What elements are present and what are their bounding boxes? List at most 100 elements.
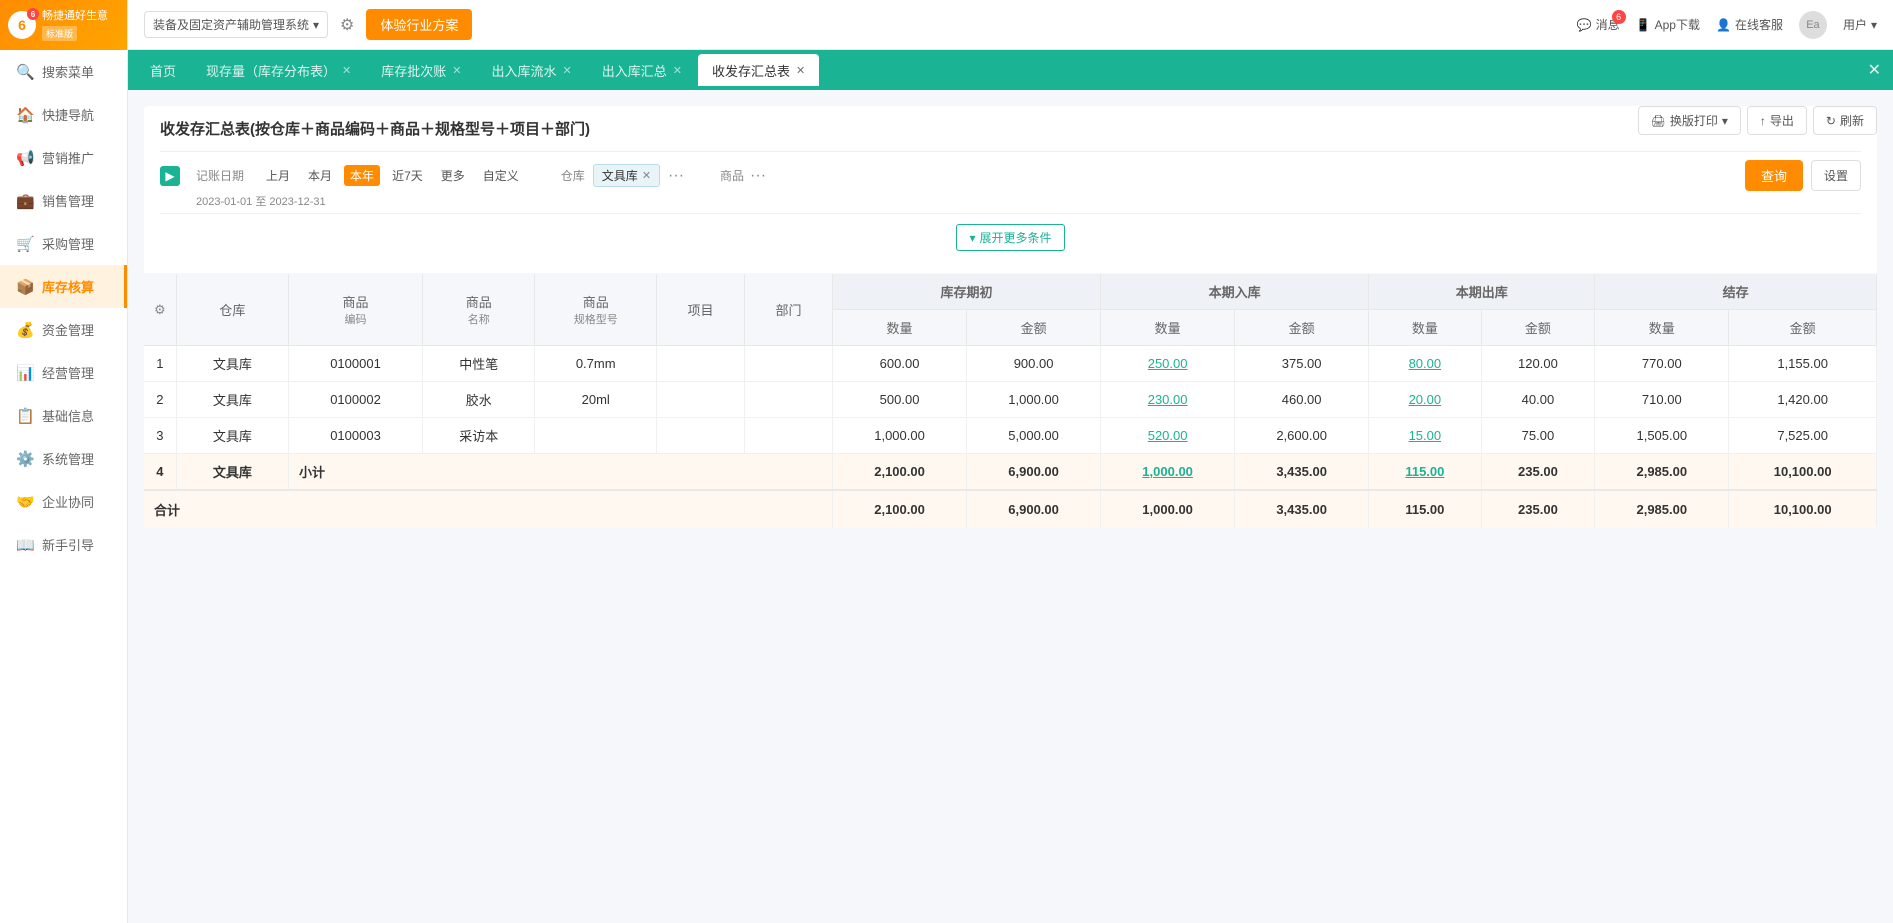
experience-button[interactable]: 体验行业方案 xyxy=(366,9,472,40)
tab-batch-account-close[interactable]: ✕ xyxy=(452,64,461,77)
warehouse-label: 仓库 xyxy=(561,167,585,184)
refresh-label: 刷新 xyxy=(1840,112,1864,129)
date-opt-7days[interactable]: 近7天 xyxy=(386,165,429,186)
col-settings-gear[interactable]: ⚙ xyxy=(144,274,176,346)
query-button[interactable]: 查询 xyxy=(1745,160,1803,191)
settings-button[interactable]: 设置 xyxy=(1811,160,1861,191)
export-button[interactable]: ↑ 导出 xyxy=(1747,106,1807,135)
app-download-action[interactable]: 📱 App下载 xyxy=(1636,16,1700,33)
footer-balance-amount: 10,100.00 xyxy=(1729,490,1877,528)
home-icon: 🏠 xyxy=(16,106,34,124)
col-product-spec-header: 商品规格型号 xyxy=(535,274,657,346)
product-filter: 商品 ··· xyxy=(720,167,766,185)
date-opt-this-year[interactable]: 本年 xyxy=(344,165,380,186)
row-out-amount: 75.00 xyxy=(1481,418,1595,454)
tab-stock-dist[interactable]: 现存量（库存分布表） ✕ xyxy=(192,54,365,86)
row-product-spec: 20ml xyxy=(535,382,657,418)
tab-home[interactable]: 首页 xyxy=(136,54,190,86)
row-warehouse: 文具库 xyxy=(176,418,288,454)
messages-action[interactable]: 💬 消息 6 xyxy=(1577,16,1620,33)
date-opt-more[interactable]: 更多 xyxy=(435,165,471,186)
close-all-tabs[interactable]: ✕ xyxy=(1864,56,1885,84)
footer-label: 合计 xyxy=(144,490,833,528)
date-opt-last-month[interactable]: 上月 xyxy=(260,165,296,186)
sidebar-item-search[interactable]: 🔍 搜索菜单 xyxy=(0,50,127,93)
footer-in-amount: 3,435.00 xyxy=(1235,490,1369,528)
row-opening-qty: 500.00 xyxy=(833,382,967,418)
warehouse-filter: 仓库 文具库 ✕ ··· xyxy=(561,164,684,187)
date-opt-custom[interactable]: 自定义 xyxy=(477,165,525,186)
date-opt-this-month[interactable]: 本月 xyxy=(302,165,338,186)
tabbar: 首页 现存量（库存分布表） ✕ 库存批次账 ✕ 出入库流水 ✕ 出入库汇总 ✕ … xyxy=(128,50,1893,90)
chevron-down-icon: ▾ xyxy=(313,18,319,32)
tab-in-out-summary[interactable]: 出入库汇总 ✕ xyxy=(588,54,696,86)
system-selector[interactable]: 装备及固定资产辅助管理系统 ▾ xyxy=(144,11,328,38)
sidebar-item-system[interactable]: ⚙️ 系统管理 xyxy=(0,437,127,480)
sidebar-item-inventory[interactable]: 📦 库存核算 xyxy=(0,265,127,308)
page-header: 收发存汇总表(按仓库＋商品编码＋商品＋规格型号＋项目＋部门) 🖨 换版打印 ▾ … xyxy=(144,106,1877,273)
sidebar-item-label: 新手引导 xyxy=(42,535,94,554)
row-in-qty[interactable]: 250.00 xyxy=(1101,346,1235,382)
product-more[interactable]: ··· xyxy=(750,167,766,185)
row-in-qty[interactable]: 520.00 xyxy=(1101,418,1235,454)
date-label: 记账日期 xyxy=(196,167,244,184)
sidebar-item-finance[interactable]: 💰 资金管理 xyxy=(0,308,127,351)
sidebar-item-label: 采购管理 xyxy=(42,234,94,253)
page-right-actions: 🖨 换版打印 ▾ ↑ 导出 ↻ 刷新 xyxy=(1638,106,1877,135)
guide-icon: 📖 xyxy=(16,536,34,554)
sidebar-item-sales[interactable]: 💼 销售管理 xyxy=(0,179,127,222)
print-button[interactable]: 🖨 换版打印 ▾ xyxy=(1638,106,1741,135)
col-balance-qty-header: 数量 xyxy=(1595,310,1729,346)
row-in-qty[interactable]: 230.00 xyxy=(1101,382,1235,418)
user-avatar[interactable]: Ea xyxy=(1799,11,1827,39)
expand-conditions-button[interactable]: ▾ 展开更多条件 xyxy=(956,224,1064,251)
row-no: 3 xyxy=(144,418,176,454)
expand-conditions-bar: ▾ 展开更多条件 xyxy=(160,213,1861,261)
settings-gear-icon[interactable]: ⚙ xyxy=(340,15,354,35)
date-options: 上月 本月 本年 近7天 更多 自定义 xyxy=(260,165,525,186)
subtotal-out-qty[interactable]: 115.00 xyxy=(1369,454,1481,491)
sidebar-item-marketing[interactable]: 📢 营销推广 xyxy=(0,136,127,179)
tab-batch-account[interactable]: 库存批次账 ✕ xyxy=(367,54,475,86)
row-product-name: 胶水 xyxy=(423,382,535,418)
warehouse-tag-text: 文具库 xyxy=(602,167,638,184)
subtotal-in-amount: 3,435.00 xyxy=(1235,454,1369,491)
row-out-qty[interactable]: 80.00 xyxy=(1369,346,1481,382)
row-out-qty[interactable]: 20.00 xyxy=(1369,382,1481,418)
row-out-amount: 120.00 xyxy=(1481,346,1595,382)
row-no: 2 xyxy=(144,382,176,418)
subtotal-in-qty[interactable]: 1,000.00 xyxy=(1101,454,1235,491)
refresh-button[interactable]: ↻ 刷新 xyxy=(1813,106,1877,135)
refresh-icon: ↻ xyxy=(1826,114,1836,128)
sidebar-item-label: 资金管理 xyxy=(42,320,94,339)
tab-in-out-flow[interactable]: 出入库流水 ✕ xyxy=(477,54,585,86)
sidebar-item-purchase[interactable]: 🛒 采购管理 xyxy=(0,222,127,265)
sidebar-item-guide[interactable]: 📖 新手引导 xyxy=(0,523,127,566)
user-menu[interactable]: 用户 ▾ xyxy=(1843,16,1877,33)
warehouse-tag-remove[interactable]: ✕ xyxy=(642,169,651,182)
sidebar-item-label: 系统管理 xyxy=(42,449,94,468)
tab-receive-send-summary[interactable]: 收发存汇总表 ✕ xyxy=(698,54,819,86)
tab-in-out-flow-close[interactable]: ✕ xyxy=(563,64,572,77)
col-balance-header: 结存 xyxy=(1595,274,1877,310)
warehouse-more[interactable]: ··· xyxy=(668,167,684,185)
print-label: 换版打印 xyxy=(1670,112,1718,129)
row-balance-amount: 7,525.00 xyxy=(1729,418,1877,454)
tab-in-out-summary-label: 出入库汇总 xyxy=(602,61,667,80)
row-warehouse: 文具库 xyxy=(176,382,288,418)
filter-actions: 查询 设置 xyxy=(1745,160,1861,191)
sidebar-item-operations[interactable]: 📊 经营管理 xyxy=(0,351,127,394)
row-product-code: 0100003 xyxy=(288,418,422,454)
sidebar-item-quick-nav[interactable]: 🏠 快捷导航 xyxy=(0,93,127,136)
filter-collapse-btn[interactable]: ▶ xyxy=(160,166,180,186)
tab-stock-dist-close[interactable]: ✕ xyxy=(342,64,351,77)
marketing-icon: 📢 xyxy=(16,149,34,167)
tab-batch-account-label: 库存批次账 xyxy=(381,61,446,80)
row-out-qty[interactable]: 15.00 xyxy=(1369,418,1481,454)
sidebar-item-enterprise[interactable]: 🤝 企业协同 xyxy=(0,480,127,523)
online-service-action[interactable]: 👤 在线客服 xyxy=(1716,16,1783,33)
tab-receive-send-summary-close[interactable]: ✕ xyxy=(796,64,805,77)
printer-icon: 🖨 xyxy=(1651,114,1666,128)
tab-in-out-summary-close[interactable]: ✕ xyxy=(673,64,682,77)
sidebar-item-base-info[interactable]: 📋 基础信息 xyxy=(0,394,127,437)
